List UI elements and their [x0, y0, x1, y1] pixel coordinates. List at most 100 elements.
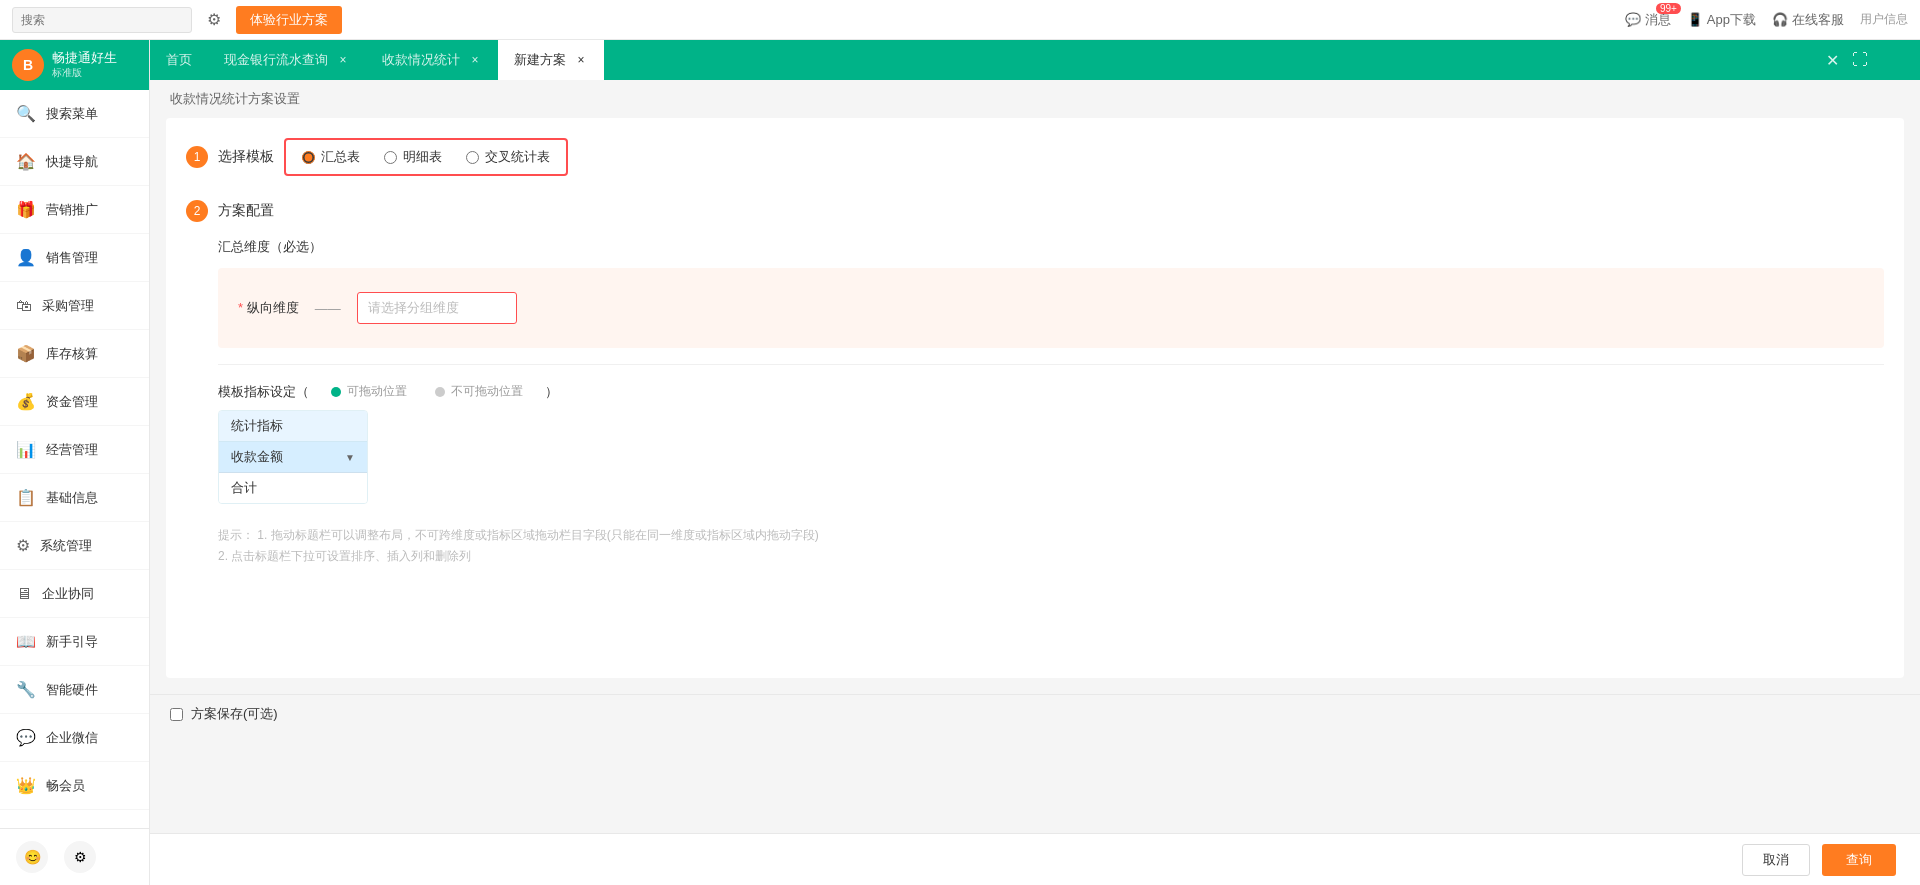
logo-sub: 标准版 — [52, 66, 117, 80]
sidebar-item-member[interactable]: 👑 畅会员 — [0, 762, 149, 810]
sidebar-label-search: 搜索菜单 — [46, 105, 98, 123]
sidebar-item-guide[interactable]: 📖 新手引导 — [0, 618, 149, 666]
metrics-section: 模板指标设定（ 可拖动位置 不可拖动位置 ） — [218, 381, 1884, 507]
save-label[interactable]: 方案保存(可选) — [191, 705, 278, 723]
dimension-select[interactable]: 请选择分组维度 — [357, 292, 517, 324]
sidebar-label-marketing: 营销推广 — [46, 201, 98, 219]
draggable-dot — [331, 387, 341, 397]
metrics-table-header: 统计指标 — [219, 411, 367, 442]
dimension-placeholder: 请选择分组维度 — [368, 299, 459, 317]
home-icon: 🏠 — [16, 152, 36, 171]
sidebar-item-collab[interactable]: 🖥 企业协同 — [0, 570, 149, 618]
footer-bar: 取消 查询 — [150, 833, 1920, 885]
breadcrumb: 收款情况统计方案设置 — [150, 80, 1920, 118]
tab-cashflow-close[interactable]: × — [336, 53, 350, 67]
radio-detail[interactable]: 明细表 — [384, 148, 442, 166]
inventory-icon: 📦 — [16, 344, 36, 363]
sidebar-label-base: 基础信息 — [46, 489, 98, 507]
sidebar-item-base[interactable]: 📋 基础信息 — [0, 474, 149, 522]
radio-summary-input[interactable] — [302, 151, 315, 164]
metrics-col-total: 合计 — [219, 473, 367, 503]
industry-button[interactable]: 体验行业方案 — [236, 6, 342, 34]
sidebar-item-marketing[interactable]: 🎁 营销推广 — [0, 186, 149, 234]
step1-title: 选择模板 — [218, 148, 274, 166]
sidebar-item-purchase[interactable]: 🛍 采购管理 — [0, 282, 149, 330]
logo-text-wrap: 畅捷通好生 标准版 — [52, 50, 117, 81]
metrics-setting-label: 模板指标设定（ — [218, 383, 309, 401]
metrics-header: 模板指标设定（ 可拖动位置 不可拖动位置 ） — [218, 381, 1884, 402]
draggable-label: 可拖动位置 — [347, 383, 407, 400]
main-layout: B 畅捷通好生 标准版 🔍 搜索菜单 🏠 快捷导航 🎁 营销推广 👤 销售管理 — [0, 40, 1920, 885]
metrics-col-payment[interactable]: 收款金额 ▼ — [219, 442, 367, 473]
dimension-row: * 纵向维度 —— 请选择分组维度 — [238, 292, 517, 324]
radio-summary[interactable]: 汇总表 — [302, 148, 360, 166]
tab-new-plan[interactable]: 新建方案 × — [498, 40, 604, 80]
collab-icon: 🖥 — [16, 585, 32, 603]
tab-bar: 首页 现金银行流水查询 × 收款情况统计 × 新建方案 × ✕ ⛶ — [150, 40, 1920, 80]
sidebar-logo: B 畅捷通好生 标准版 — [0, 40, 149, 90]
message-button[interactable]: 💬 消息 99+ — [1625, 11, 1671, 29]
foot-icon-2[interactable]: ⚙ — [64, 841, 96, 873]
cancel-button[interactable]: 取消 — [1742, 844, 1810, 876]
template-options: 汇总表 明细表 交叉统计表 — [284, 138, 568, 176]
tips-section: 提示： 1. 拖动标题栏可以调整布局，不可跨维度或指标区域拖动栏目字段(只能在同… — [218, 527, 1884, 565]
metrics-table: 统计指标 收款金额 ▼ 合计 — [218, 410, 368, 504]
tab-home[interactable]: 首页 — [150, 40, 208, 80]
sidebar-item-wechat[interactable]: 💬 企业微信 — [0, 714, 149, 762]
search-input[interactable] — [12, 7, 192, 33]
dimension-section-label: 汇总维度（必选） — [218, 238, 1884, 256]
sidebar-item-sales[interactable]: 👤 销售管理 — [0, 234, 149, 282]
service-label: 在线客服 — [1792, 11, 1844, 29]
step2-title: 方案配置 — [218, 202, 274, 220]
sidebar-item-hardware[interactable]: 🔧 智能硬件 — [0, 666, 149, 714]
sidebar-item-system[interactable]: ⚙ 系统管理 — [0, 522, 149, 570]
sidebar: B 畅捷通好生 标准版 🔍 搜索菜单 🏠 快捷导航 🎁 营销推广 👤 销售管理 — [0, 40, 150, 885]
step1-badge: 1 — [186, 146, 208, 168]
gear-button[interactable]: ⚙ — [200, 6, 228, 34]
search-icon: 🔍 — [16, 104, 36, 123]
config-wrap: 汇总维度（必选） * 纵向维度 —— 请选择分组维度 — [186, 238, 1884, 565]
radio-summary-label: 汇总表 — [321, 148, 360, 166]
radio-cross-input[interactable] — [466, 151, 479, 164]
download-button[interactable]: 📱 App下载 — [1687, 11, 1756, 29]
foot-icon-1[interactable]: 😊 — [16, 841, 48, 873]
sidebar-item-nav[interactable]: 🏠 快捷导航 — [0, 138, 149, 186]
tab-expand-icon[interactable]: ⛶ — [1848, 48, 1872, 72]
radio-cross[interactable]: 交叉统计表 — [466, 148, 550, 166]
user-info: 用户信息 — [1860, 11, 1908, 28]
tab-collection[interactable]: 收款情况统计 × — [366, 40, 498, 80]
message-icon: 💬 — [1625, 12, 1641, 27]
divider — [218, 364, 1884, 365]
sidebar-label-sales: 销售管理 — [46, 249, 98, 267]
metrics-table-header-text: 统计指标 — [231, 417, 283, 435]
sidebar-item-search[interactable]: 🔍 搜索菜单 — [0, 90, 149, 138]
sidebar-footer: 😊 ⚙ — [0, 828, 149, 885]
tab-cashflow[interactable]: 现金银行流水查询 × — [208, 40, 366, 80]
sidebar-item-finance[interactable]: 💰 资金管理 — [0, 378, 149, 426]
chevron-down-icon[interactable]: ▼ — [345, 452, 355, 463]
right-actions: 💬 消息 99+ 📱 App下载 🎧 在线客服 用户信息 — [1625, 11, 1908, 29]
sidebar-item-management[interactable]: 📊 经营管理 — [0, 426, 149, 474]
base-icon: 📋 — [16, 488, 36, 507]
management-icon: 📊 — [16, 440, 36, 459]
sidebar-label-guide: 新手引导 — [46, 633, 98, 651]
finance-icon: 💰 — [16, 392, 36, 411]
vertical-dimension-label: * 纵向维度 — [238, 299, 299, 317]
hardware-icon: 🔧 — [16, 680, 36, 699]
sidebar-item-inventory[interactable]: 📦 库存核算 — [0, 330, 149, 378]
step2-section: 2 方案配置 汇总维度（必选） * 纵向维度 — [186, 200, 1884, 565]
save-checkbox[interactable] — [170, 708, 183, 721]
gift-icon: 🎁 — [16, 200, 36, 219]
tab-new-plan-close[interactable]: × — [574, 53, 588, 67]
query-button[interactable]: 查询 — [1822, 844, 1896, 876]
radio-detail-label: 明细表 — [403, 148, 442, 166]
radio-detail-input[interactable] — [384, 151, 397, 164]
sidebar-label-system: 系统管理 — [40, 537, 92, 555]
tab-collection-close[interactable]: × — [468, 53, 482, 67]
step1-section: 1 选择模板 汇总表 明细表 — [186, 138, 1884, 176]
tab-new-plan-label: 新建方案 — [514, 51, 566, 69]
tab-close-icon[interactable]: ✕ — [1820, 48, 1844, 72]
service-button[interactable]: 🎧 在线客服 — [1772, 11, 1844, 29]
tab-collection-label: 收款情况统计 — [382, 51, 460, 69]
step2-badge: 2 — [186, 200, 208, 222]
